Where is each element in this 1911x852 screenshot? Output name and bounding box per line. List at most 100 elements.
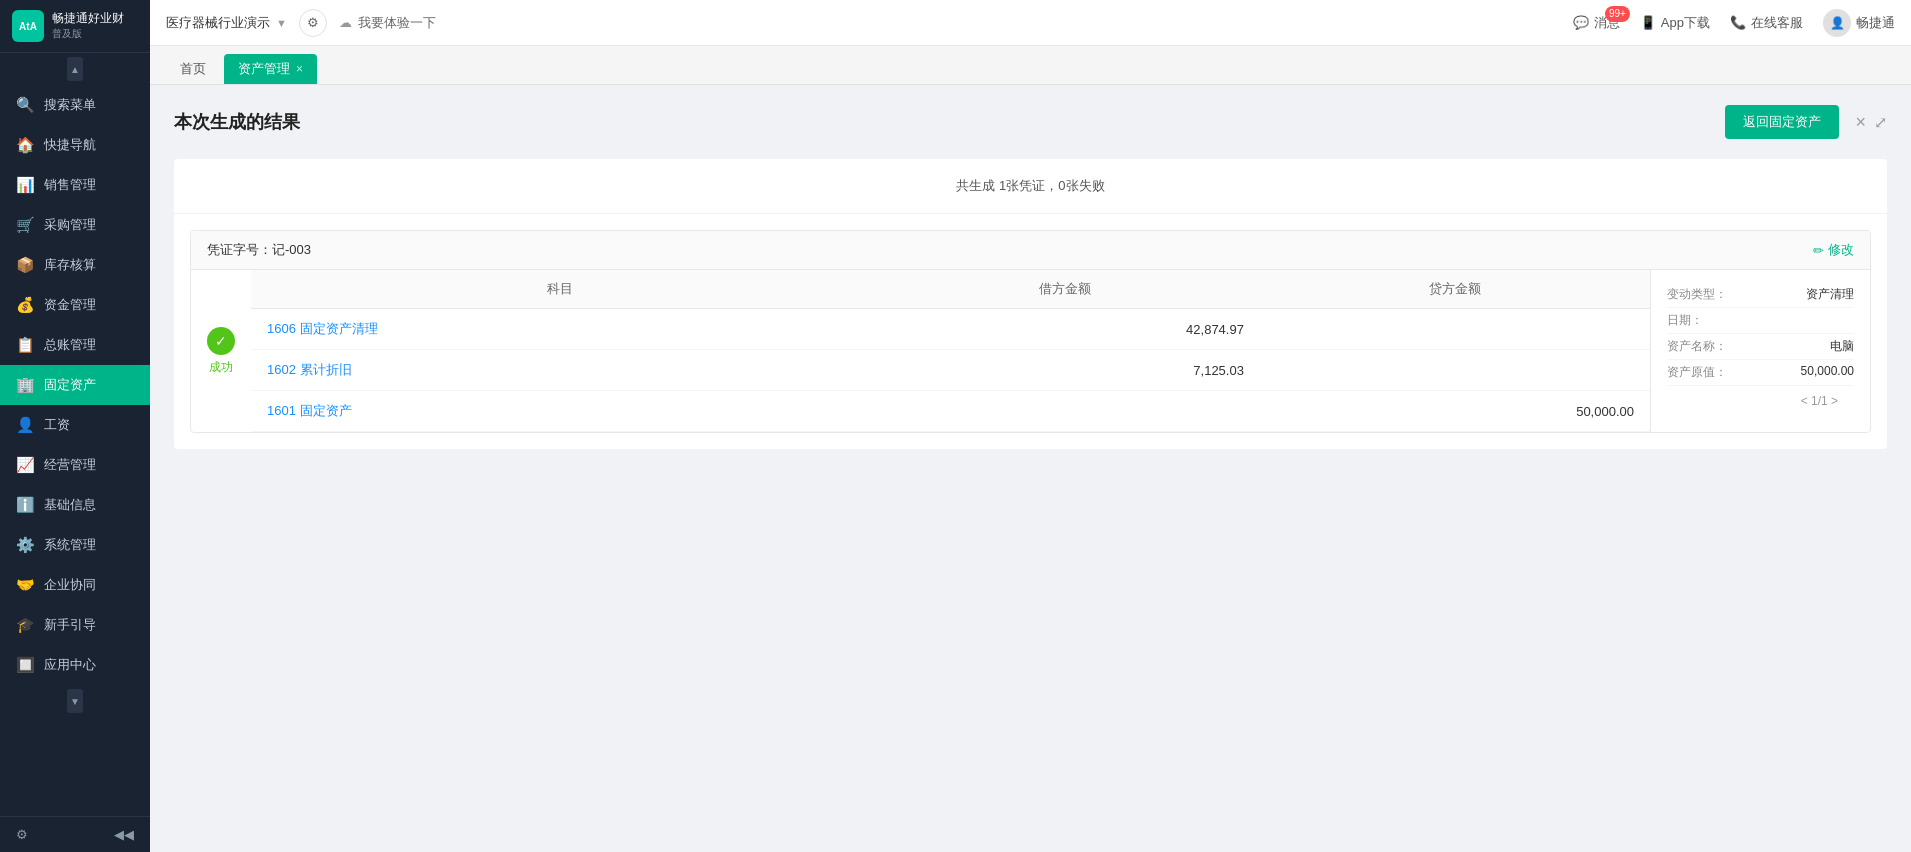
asset-value-label: 资产原值：	[1667, 364, 1727, 381]
sidebar-item-label: 新手引导	[44, 616, 96, 634]
message-button[interactable]: 💬 消息 99+	[1573, 14, 1620, 32]
asset-name-value: 电脑	[1830, 338, 1854, 355]
app-version: 普及版	[52, 27, 124, 41]
sidebar-item-system[interactable]: ⚙️ 系统管理	[0, 525, 150, 565]
page-title: 本次生成的结果	[174, 110, 300, 134]
voucher-edit-button[interactable]: ✏ 修改	[1813, 241, 1854, 259]
online-service-button[interactable]: 📞 在线客服	[1730, 14, 1803, 32]
sidebar-item-label: 经营管理	[44, 456, 96, 474]
system-icon: ⚙️	[16, 536, 34, 554]
sidebar-item-finance[interactable]: 💰 资金管理	[0, 285, 150, 325]
sidebar-item-quicknav[interactable]: 🏠 快捷导航	[0, 125, 150, 165]
sidebar-item-label: 总账管理	[44, 336, 96, 354]
sidebar-item-label: 工资	[44, 416, 70, 434]
row1-subject: 1606 固定资产清理	[251, 309, 870, 350]
return-button[interactable]: 返回固定资产	[1725, 105, 1839, 139]
info-icon: ℹ️	[16, 496, 34, 514]
col-subject: 科目	[251, 270, 870, 309]
side-asset-name: 资产名称： 电脑	[1667, 334, 1854, 360]
row3-debit	[870, 391, 1260, 432]
sidebar-item-search[interactable]: 🔍 搜索菜单	[0, 85, 150, 125]
side-date: 日期：	[1667, 308, 1854, 334]
app-icon: 🔲	[16, 656, 34, 674]
sidebar-item-inventory[interactable]: 📦 库存核算	[0, 245, 150, 285]
voucher-body: ✓ 成功 科目 借方金额 贷方金额	[191, 270, 1870, 432]
sidebar-item-ops[interactable]: 📈 经营管理	[0, 445, 150, 485]
tab-home-label: 首页	[180, 61, 206, 76]
home-icon: 🏠	[16, 136, 34, 154]
user-profile[interactable]: 👤 畅捷通	[1823, 9, 1895, 37]
collab-icon: 🤝	[16, 576, 34, 594]
sidebar-item-label: 企业协同	[44, 576, 96, 594]
sidebar-collapse-button[interactable]: ◀◀	[114, 827, 134, 842]
sidebar-item-label: 采购管理	[44, 216, 96, 234]
message-icon: 💬	[1573, 15, 1589, 30]
gear-icon: ⚙	[307, 15, 319, 30]
panel-expand-icon[interactable]: ⤢	[1874, 113, 1887, 132]
sidebar-item-basic[interactable]: ℹ️ 基础信息	[0, 485, 150, 525]
panel-close-icon[interactable]: ×	[1855, 112, 1866, 133]
date-label: 日期：	[1667, 312, 1703, 329]
sidebar-footer: ⚙ ◀◀	[0, 816, 150, 852]
sidebar-header: AtA 畅捷通好业财 普及版	[0, 0, 150, 53]
tab-asset-management[interactable]: 资产管理 ×	[224, 54, 317, 84]
main-wrapper: 医疗器械行业演示 ▼ ⚙ ☁ 我要体验一下 💬 消息 99+ 📱 App下载	[150, 0, 1911, 852]
edit-icon: ✏	[1813, 243, 1824, 258]
sidebar-item-salary[interactable]: 👤 工资	[0, 405, 150, 445]
sidebar-item-appcenter[interactable]: 🔲 应用中心	[0, 645, 150, 685]
sidebar: AtA 畅捷通好业财 普及版 ▲ 🔍 搜索菜单 🏠 快捷导航 📊 销售管理 🛒 …	[0, 0, 150, 852]
app-logo-icon: AtA	[12, 10, 44, 42]
user-name: 畅捷通	[1856, 14, 1895, 32]
sidebar-settings-button[interactable]: ⚙	[16, 827, 28, 842]
voucher-status-cell: ✓ 成功	[191, 270, 251, 432]
sidebar-scroll-down[interactable]: ▼	[67, 689, 83, 713]
experience-button[interactable]: ☁ 我要体验一下	[339, 14, 436, 32]
tab-close-icon[interactable]: ×	[296, 62, 303, 76]
box-icon: 📦	[16, 256, 34, 274]
success-icon: ✓	[207, 327, 235, 355]
building-icon: 🏢	[16, 376, 34, 394]
voucher-pagination[interactable]: < 1/1 >	[1667, 386, 1854, 416]
sidebar-item-label: 快捷导航	[44, 136, 96, 154]
sidebar-item-label: 搜索菜单	[44, 96, 96, 114]
app-download-button[interactable]: 📱 App下载	[1640, 14, 1710, 32]
sidebar-item-label: 基础信息	[44, 496, 96, 514]
ops-icon: 📈	[16, 456, 34, 474]
voucher-section: 凭证字号：记-003 ✏ 修改 ✓ 成功	[190, 230, 1871, 433]
sidebar-item-ledger[interactable]: 📋 总账管理	[0, 325, 150, 365]
change-type-label: 变动类型：	[1667, 286, 1727, 303]
sidebar-item-label: 资金管理	[44, 296, 96, 314]
page-content: 本次生成的结果 返回固定资产 × ⤢ 共生成 1张凭证，0张失败 凭证字号：记-…	[150, 85, 1911, 852]
user-icon: 👤	[16, 416, 34, 434]
asset-value-value: 50,000.00	[1801, 364, 1854, 381]
tab-home[interactable]: 首页	[166, 54, 220, 84]
row1-debit: 42,874.97	[870, 309, 1260, 350]
row3-credit: 50,000.00	[1260, 391, 1650, 432]
sidebar-item-purchase[interactable]: 🛒 采购管理	[0, 205, 150, 245]
sidebar-item-sales[interactable]: 📊 销售管理	[0, 165, 150, 205]
search-icon: 🔍	[16, 96, 34, 114]
gear-button[interactable]: ⚙	[299, 9, 327, 37]
chevron-down-icon: ▼	[276, 17, 287, 29]
download-icon: 📱	[1640, 15, 1656, 30]
avatar: 👤	[1823, 9, 1851, 37]
row3-subject: 1601 固定资产	[251, 391, 870, 432]
voucher-header: 凭证字号：记-003 ✏ 修改	[191, 231, 1870, 270]
topbar: 医疗器械行业演示 ▼ ⚙ ☁ 我要体验一下 💬 消息 99+ 📱 App下载	[150, 0, 1911, 46]
experience-text: 我要体验一下	[358, 14, 436, 32]
app-download-label: App下载	[1661, 14, 1710, 32]
sidebar-item-label: 库存核算	[44, 256, 96, 274]
sidebar-item-fixedasset[interactable]: 🏢 固定资产	[0, 365, 150, 405]
row2-debit: 7,125.03	[870, 350, 1260, 391]
voucher-table: 科目 借方金额 贷方金额 1606 固定资产清理 42,874.97	[251, 270, 1650, 432]
company-selector[interactable]: 医疗器械行业演示 ▼	[166, 14, 287, 32]
ledger-icon: 📋	[16, 336, 34, 354]
topbar-right: 💬 消息 99+ 📱 App下载 📞 在线客服 👤 畅捷通	[1573, 9, 1895, 37]
sidebar-item-label: 应用中心	[44, 656, 96, 674]
cart-icon: 🛒	[16, 216, 34, 234]
tabbar: 首页 资产管理 ×	[150, 46, 1911, 85]
change-type-value: 资产清理	[1806, 286, 1854, 303]
sidebar-item-collab[interactable]: 🤝 企业协同	[0, 565, 150, 605]
sidebar-scroll-up[interactable]: ▲	[67, 57, 83, 81]
sidebar-item-newbie[interactable]: 🎓 新手引导	[0, 605, 150, 645]
